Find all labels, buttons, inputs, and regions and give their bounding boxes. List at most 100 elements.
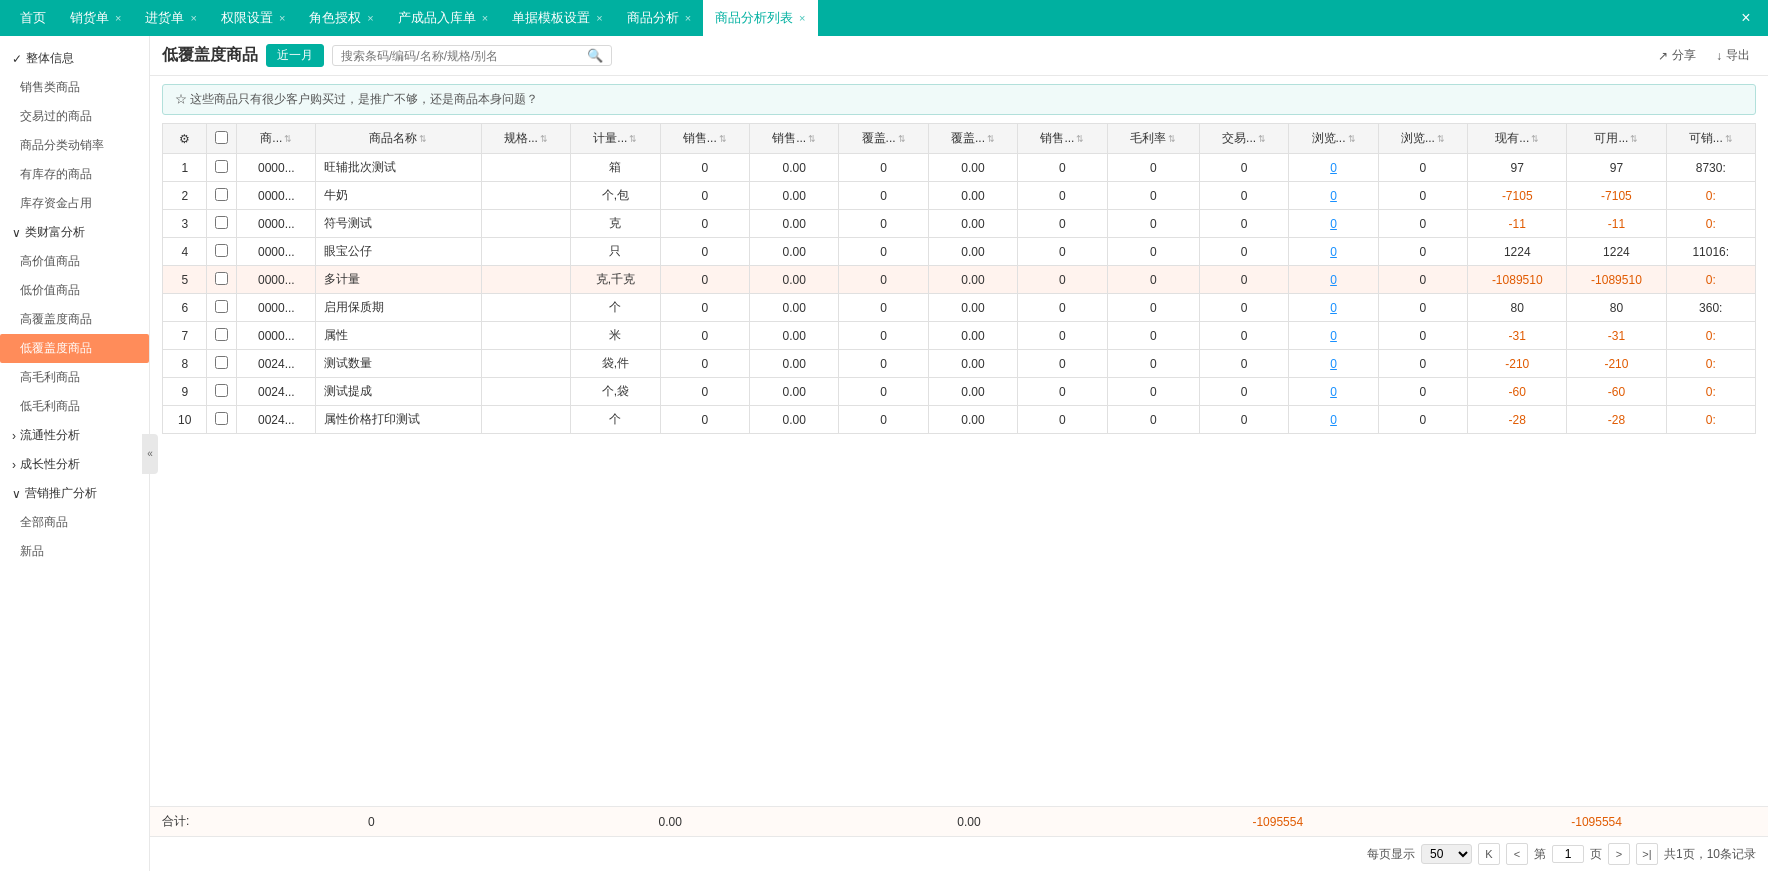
row-select-checkbox[interactable] [215,272,228,285]
col-sales-amt[interactable]: 销售...⇅ [749,124,838,154]
row-code: 0024... [237,378,316,406]
row-select-checkbox[interactable] [215,412,228,425]
search-input[interactable] [341,49,587,63]
row-browse1[interactable]: 0 [1289,238,1378,266]
sidebar-item-stocked-goods[interactable]: 有库存的商品 [0,160,149,189]
col-cov2[interactable]: 覆盖...⇅ [928,124,1017,154]
row-select-checkbox[interactable] [215,244,228,257]
row-select-checkbox[interactable] [215,216,228,229]
row-browse1[interactable]: 0 [1289,266,1378,294]
page-number-input[interactable] [1552,845,1584,863]
col-unit[interactable]: 计量...⇅ [571,124,660,154]
row-browse1[interactable]: 0 [1289,294,1378,322]
sidebar-collapse-button[interactable]: « [142,434,158,474]
col-sales-qty[interactable]: 销售...⇅ [660,124,749,154]
col-checkbox[interactable] [207,124,237,154]
row-checkbox[interactable] [207,350,237,378]
row-name: 属性 [316,322,482,350]
row-checkbox[interactable] [207,322,237,350]
row-browse2: 0 [1378,378,1467,406]
nav-close-sales[interactable]: × [115,12,121,24]
col-current[interactable]: 现有...⇅ [1468,124,1567,154]
row-browse1[interactable]: 0 [1289,210,1378,238]
sidebar-section-marketing[interactable]: ∨ 营销推广分析 [0,479,149,508]
sidebar-item-all-goods[interactable]: 全部商品 [0,508,149,537]
row-select-checkbox[interactable] [215,356,228,369]
row-checkbox[interactable] [207,294,237,322]
nav-item-home[interactable]: 首页 [8,0,58,36]
row-checkbox[interactable] [207,378,237,406]
per-page-select[interactable]: 50 20 100 200 [1421,844,1472,864]
row-select-checkbox[interactable] [215,160,228,173]
row-browse1[interactable]: 0 [1289,406,1378,434]
nav-close-analysis[interactable]: × [685,12,691,24]
export-button[interactable]: ↓ 导出 [1710,45,1756,66]
row-checkbox[interactable] [207,154,237,182]
sidebar-item-new-goods[interactable]: 新品 [0,537,149,566]
col-sellable[interactable]: 可销...⇅ [1666,124,1755,154]
col-name[interactable]: 商品名称⇅ [316,124,482,154]
prev-page-button[interactable]: < [1506,843,1528,865]
nav-close-purchase[interactable]: × [190,12,196,24]
sidebar-item-inventory-capital[interactable]: 库存资金占用 [0,189,149,218]
row-checkbox[interactable] [207,266,237,294]
sidebar-section-flow[interactable]: › 流通性分析 [0,421,149,450]
row-browse1[interactable]: 0 [1289,322,1378,350]
nav-close-analysis-list[interactable]: × [799,12,805,24]
row-checkbox[interactable] [207,406,237,434]
window-close-button[interactable]: × [1732,4,1760,32]
row-browse1[interactable]: 0 [1289,154,1378,182]
sidebar-item-category-rate[interactable]: 商品分类动销率 [0,131,149,160]
row-select-checkbox[interactable] [215,328,228,341]
col-spec[interactable]: 规格...⇅ [481,124,570,154]
col-browse1[interactable]: 浏览...⇅ [1289,124,1378,154]
nav-item-sales[interactable]: 销货单 × [58,0,133,36]
next-page-button[interactable]: > [1608,843,1630,865]
share-button[interactable]: ↗ 分享 [1652,45,1702,66]
row-checkbox[interactable] [207,210,237,238]
row-select-checkbox[interactable] [215,384,228,397]
sidebar-item-low-value[interactable]: 低价值商品 [0,276,149,305]
col-sales2[interactable]: 销售...⇅ [1018,124,1107,154]
sidebar-item-traded-goods[interactable]: 交易过的商品 [0,102,149,131]
col-code[interactable]: 商...⇅ [237,124,316,154]
sidebar-item-low-coverage[interactable]: 低覆盖度商品 [0,334,149,363]
row-checkbox[interactable] [207,238,237,266]
col-trade[interactable]: 交易...⇅ [1199,124,1288,154]
sidebar-item-high-gross[interactable]: 高毛利商品 [0,363,149,392]
row-select-checkbox[interactable] [215,300,228,313]
last-page-button[interactable]: >| [1636,843,1658,865]
col-browse2[interactable]: 浏览...⇅ [1378,124,1467,154]
select-all-checkbox[interactable] [215,131,228,144]
row-sales-qty: 0 [660,322,749,350]
sidebar-item-sales-goods[interactable]: 销售类商品 [0,73,149,102]
nav-item-analysis-list[interactable]: 商品分析列表 × [703,0,817,36]
sidebar-item-high-coverage[interactable]: 高覆盖度商品 [0,305,149,334]
nav-close-permissions[interactable]: × [279,12,285,24]
nav-item-purchase[interactable]: 进货单 × [133,0,208,36]
sidebar-section-overall[interactable]: ✓ 整体信息 [0,44,149,73]
nav-close-templates[interactable]: × [596,12,602,24]
nav-item-products[interactable]: 产成品入库单 × [386,0,500,36]
col-settings[interactable]: ⚙ [163,124,207,154]
row-browse1[interactable]: 0 [1289,182,1378,210]
row-select-checkbox[interactable] [215,188,228,201]
sidebar-item-low-gross[interactable]: 低毛利商品 [0,392,149,421]
nav-item-permissions[interactable]: 权限设置 × [209,0,297,36]
nav-item-analysis[interactable]: 商品分析 × [615,0,703,36]
row-browse1[interactable]: 0 [1289,350,1378,378]
nav-close-roles[interactable]: × [367,12,373,24]
sidebar-section-growth[interactable]: › 成长性分析 [0,450,149,479]
time-filter-button[interactable]: 近一月 [266,44,324,67]
first-page-button[interactable]: K [1478,843,1500,865]
row-browse1[interactable]: 0 [1289,378,1378,406]
sidebar-section-richness[interactable]: ∨ 类财富分析 [0,218,149,247]
row-checkbox[interactable] [207,182,237,210]
nav-item-templates[interactable]: 单据模板设置 × [500,0,614,36]
col-gross-rate[interactable]: 毛利率⇅ [1107,124,1199,154]
sidebar-item-high-value[interactable]: 高价值商品 [0,247,149,276]
col-available[interactable]: 可用...⇅ [1567,124,1666,154]
nav-item-roles[interactable]: 角色授权 × [297,0,385,36]
nav-close-products[interactable]: × [482,12,488,24]
col-cov1[interactable]: 覆盖...⇅ [839,124,928,154]
